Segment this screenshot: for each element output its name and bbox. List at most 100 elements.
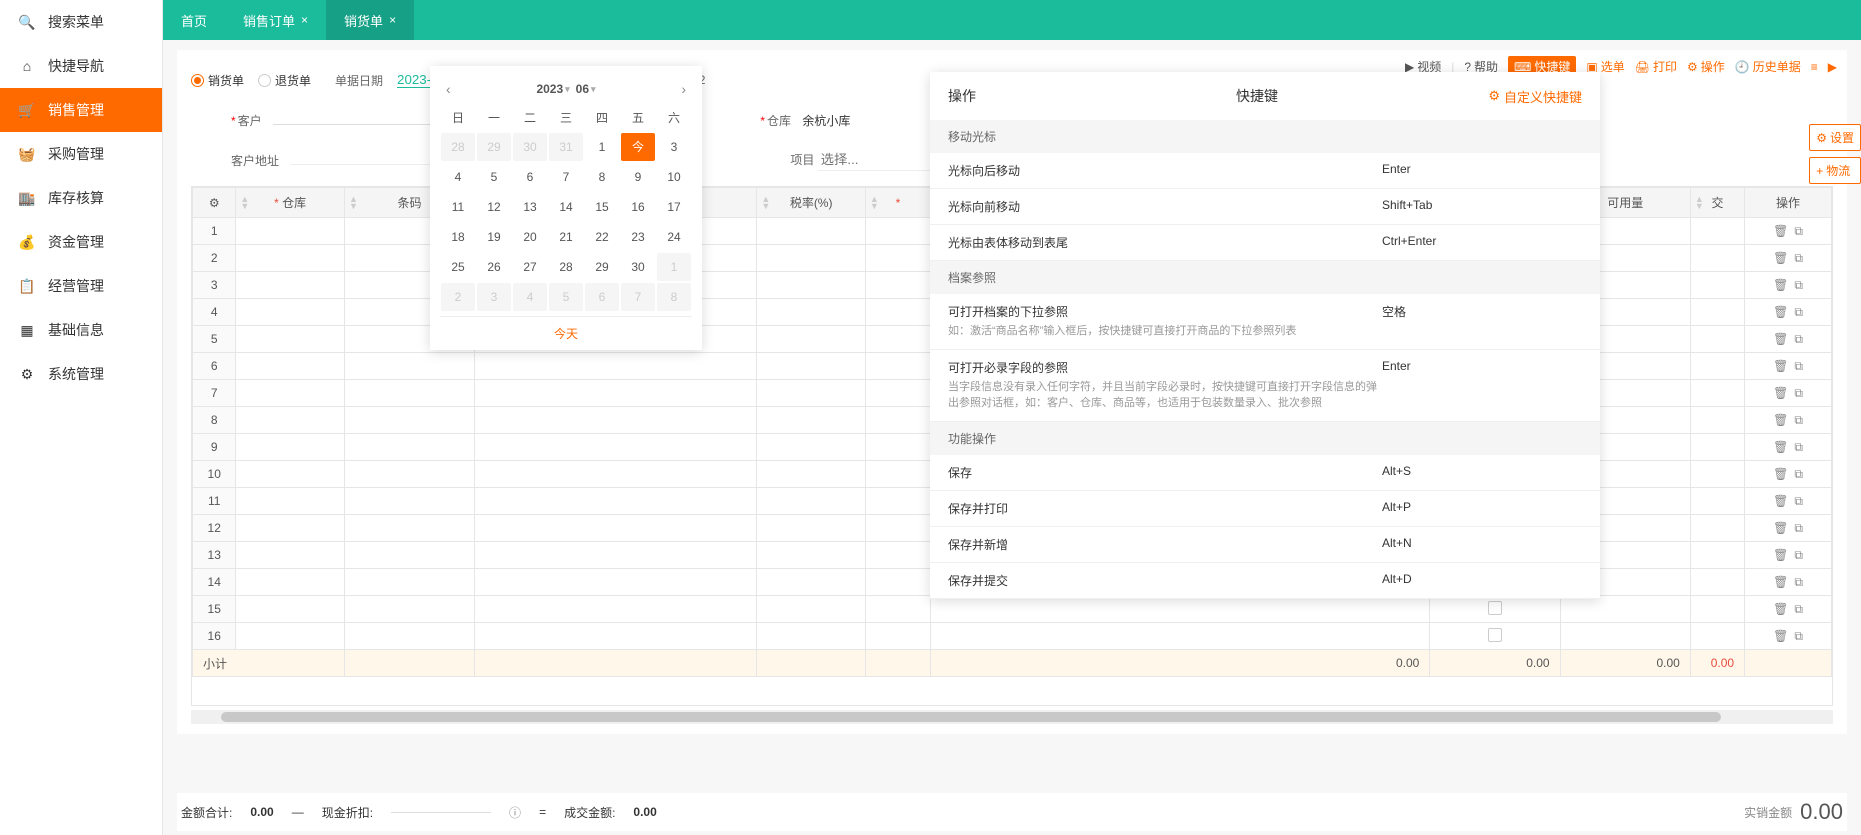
delete-icon[interactable]: 🗑 [1773, 440, 1788, 454]
th-req[interactable]: ▲▼* [865, 188, 930, 218]
delete-icon[interactable]: 🗑 [1773, 494, 1788, 508]
delete-icon[interactable]: 🗑 [1773, 548, 1788, 562]
day[interactable]: 12 [477, 193, 511, 221]
day[interactable]: 25 [441, 253, 475, 281]
day[interactable]: 1 [585, 133, 619, 161]
table-row[interactable]: 15 🗑⧉ [193, 596, 1832, 623]
day[interactable]: 27 [513, 253, 547, 281]
copy-icon[interactable]: ⧉ [1794, 278, 1803, 292]
day[interactable]: 13 [513, 193, 547, 221]
delete-icon[interactable]: 🗑 [1773, 224, 1788, 238]
sidebar-item-1[interactable]: ⌂快捷导航 [0, 44, 162, 88]
year-select[interactable]: 2023▾ [536, 82, 569, 96]
sidebar-item-7[interactable]: ▦基础信息 [0, 308, 162, 352]
day-prev[interactable]: 31 [549, 133, 583, 161]
tab-close-icon[interactable]: × [389, 13, 396, 27]
day[interactable]: 22 [585, 223, 619, 251]
day[interactable]: 18 [441, 223, 475, 251]
day-next[interactable]: 5 [549, 283, 583, 311]
logistics-button[interactable]: + 物流 [1809, 157, 1861, 184]
day[interactable]: 19 [477, 223, 511, 251]
tab-1[interactable]: 销售订单× [225, 0, 326, 40]
delete-icon[interactable]: 🗑 [1773, 386, 1788, 400]
gift-checkbox[interactable] [1488, 628, 1502, 642]
day[interactable]: 11 [441, 193, 475, 221]
copy-icon[interactable]: ⧉ [1794, 575, 1803, 589]
copy-icon[interactable]: ⧉ [1794, 494, 1803, 508]
day-next[interactable]: 7 [621, 283, 655, 311]
day[interactable]: 14 [549, 193, 583, 221]
copy-icon[interactable]: ⧉ [1794, 548, 1803, 562]
delete-icon[interactable]: 🗑 [1773, 602, 1788, 616]
sidebar-item-0[interactable]: 🔍搜索菜单 [0, 0, 162, 44]
cash-discount-input[interactable] [391, 812, 491, 813]
copy-icon[interactable]: ⧉ [1794, 251, 1803, 265]
day-next[interactable]: 4 [513, 283, 547, 311]
warehouse-value[interactable]: 余杭小库 [802, 114, 850, 128]
radio-return[interactable]: 退货单 [258, 72, 311, 89]
day[interactable]: 10 [657, 163, 691, 191]
th-deliver[interactable]: ▲▼交 [1690, 188, 1744, 218]
delete-icon[interactable]: 🗑 [1773, 413, 1788, 427]
prev-month-button[interactable]: ‹ [440, 81, 457, 97]
copy-icon[interactable]: ⧉ [1794, 521, 1803, 535]
day[interactable]: 4 [441, 163, 475, 191]
copy-icon[interactable]: ⧉ [1794, 305, 1803, 319]
delete-icon[interactable]: 🗑 [1773, 521, 1788, 535]
copy-icon[interactable]: ⧉ [1794, 332, 1803, 346]
sidebar-item-8[interactable]: ⚙系统管理 [0, 352, 162, 396]
sidebar-item-6[interactable]: 📋经营管理 [0, 264, 162, 308]
th-tax[interactable]: ▲▼税率(%) [757, 188, 866, 218]
day[interactable]: 29 [585, 253, 619, 281]
copy-icon[interactable]: ⧉ [1794, 440, 1803, 454]
delete-icon[interactable]: 🗑 [1773, 575, 1788, 589]
day-prev[interactable]: 30 [513, 133, 547, 161]
sidebar-item-2[interactable]: 🛒销售管理 [0, 88, 162, 132]
day[interactable]: 16 [621, 193, 655, 221]
gift-checkbox[interactable] [1488, 601, 1502, 615]
month-select[interactable]: 06▾ [576, 82, 596, 96]
day-next[interactable]: 2 [441, 283, 475, 311]
day[interactable]: 23 [621, 223, 655, 251]
day[interactable]: 20 [513, 223, 547, 251]
copy-icon[interactable]: ⧉ [1794, 359, 1803, 373]
copy-icon[interactable]: ⧉ [1794, 224, 1803, 238]
day-prev[interactable]: 29 [477, 133, 511, 161]
day-next[interactable]: 3 [477, 283, 511, 311]
delete-icon[interactable]: 🗑 [1773, 332, 1788, 346]
radio-sale[interactable]: 销货单 [191, 72, 244, 89]
delete-icon[interactable]: 🗑 [1773, 467, 1788, 481]
next-month-button[interactable]: › [675, 81, 692, 97]
tab-close-icon[interactable]: × [301, 13, 308, 27]
copy-icon[interactable]: ⧉ [1794, 602, 1803, 616]
tab-0[interactable]: 首页 [163, 0, 225, 40]
delete-icon[interactable]: 🗑 [1773, 278, 1788, 292]
today-button[interactable]: 今天 [554, 327, 578, 341]
sidebar-item-5[interactable]: 💰资金管理 [0, 220, 162, 264]
day[interactable]: 24 [657, 223, 691, 251]
project-input[interactable] [818, 149, 938, 171]
table-row[interactable]: 16 🗑⧉ [193, 623, 1832, 650]
info-icon[interactable]: ⓘ [509, 804, 521, 821]
day[interactable]: 17 [657, 193, 691, 221]
copy-icon[interactable]: ⧉ [1794, 629, 1803, 643]
day[interactable]: 8 [585, 163, 619, 191]
tab-2[interactable]: 销货单× [326, 0, 414, 40]
day-next[interactable]: 1 [657, 253, 691, 281]
th-warehouse[interactable]: ▲▼* 仓库 [236, 188, 345, 218]
horizontal-scrollbar[interactable] [191, 710, 1833, 724]
day-next[interactable]: 6 [585, 283, 619, 311]
day[interactable]: 5 [477, 163, 511, 191]
day[interactable]: 26 [477, 253, 511, 281]
settings-button[interactable]: ⚙ 设置 [1809, 124, 1861, 151]
day-today[interactable]: 今 [621, 133, 655, 161]
day[interactable]: 7 [549, 163, 583, 191]
sidebar-item-3[interactable]: 🧺采购管理 [0, 132, 162, 176]
th-gear[interactable]: ⚙ [193, 188, 236, 218]
day[interactable]: 30 [621, 253, 655, 281]
delete-icon[interactable]: 🗑 [1773, 251, 1788, 265]
day-next[interactable]: 8 [657, 283, 691, 311]
day[interactable]: 21 [549, 223, 583, 251]
day-prev[interactable]: 28 [441, 133, 475, 161]
day[interactable]: 9 [621, 163, 655, 191]
